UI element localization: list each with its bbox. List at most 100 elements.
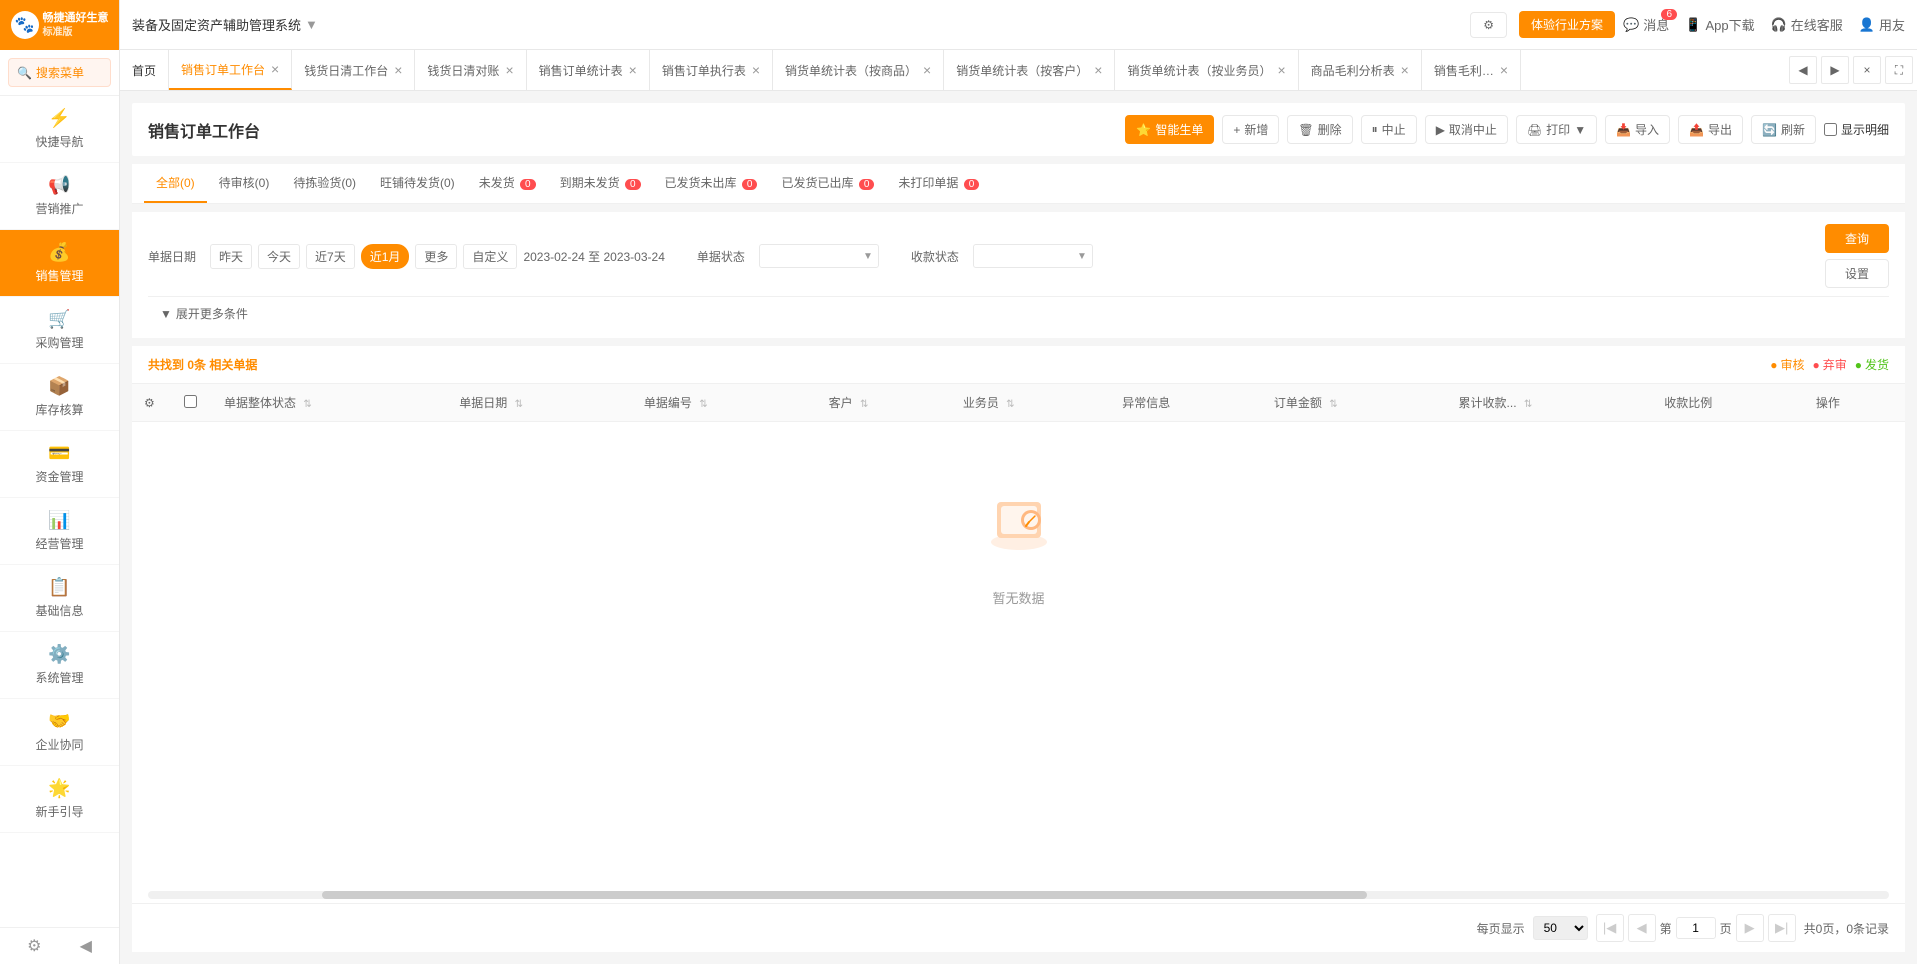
tab-sales-exec[interactable]: 销售订单执行表 × — [650, 50, 773, 90]
sidebar-item-marketing[interactable]: 📢 营销推广 — [0, 163, 119, 230]
tab-close-icon[interactable]: × — [1094, 62, 1102, 78]
next-page-btn[interactable]: ▶ — [1736, 914, 1764, 942]
select-all-checkbox[interactable] — [184, 395, 197, 408]
batch-audit-btn[interactable]: ● 审核 — [1770, 356, 1804, 373]
search-menu-btn[interactable]: 🔍 搜索菜单 — [8, 58, 111, 87]
filter-payment-select[interactable] — [973, 244, 1093, 268]
query-btn[interactable]: 查询 — [1825, 224, 1889, 253]
batch-void-btn[interactable]: ● 弃审 — [1812, 356, 1846, 373]
tab-close-icon[interactable]: × — [923, 62, 931, 78]
filter-1month-btn[interactable]: 近1月 — [361, 244, 410, 269]
sort-icon[interactable]: ⇅ — [515, 399, 523, 410]
smart-create-btn[interactable]: ⭐ 智能生单 — [1125, 115, 1214, 144]
add-btn[interactable]: + 新增 — [1222, 115, 1279, 144]
import-btn[interactable]: 📥 导入 — [1605, 115, 1670, 144]
tab-maximize-btn[interactable]: ⛶ — [1885, 56, 1913, 84]
tab-sales-stats[interactable]: 销售订单统计表 × — [527, 50, 650, 90]
sidebar-item-system[interactable]: ⚙️ 系统管理 — [0, 632, 119, 699]
sort-icon[interactable]: ⇅ — [1006, 399, 1014, 410]
tab-cash-daily[interactable]: 钱货日清工作台 × — [292, 50, 415, 90]
tab-close-all-btn[interactable]: × — [1853, 56, 1881, 84]
table-scroll-container[interactable]: ⚙ 单据整体状态 ⇅ 单据日期 ⇅ 单据编号 — [132, 384, 1905, 887]
export-btn[interactable]: 📤 导出 — [1678, 115, 1743, 144]
tab-cash-reconcile[interactable]: 钱货日清对账 × — [415, 50, 526, 90]
industry-solution-btn[interactable]: 体验行业方案 — [1519, 11, 1615, 38]
tab-close-icon[interactable]: × — [505, 62, 513, 78]
sidebar-item-sales[interactable]: 💰 销售管理 — [0, 230, 119, 297]
sub-tab-shipped-out[interactable]: 已发货已出库 0 — [769, 164, 886, 203]
sort-icon[interactable]: ⇅ — [860, 399, 868, 410]
horizontal-scrollbar[interactable] — [148, 891, 1889, 899]
system-dropdown-icon[interactable]: ▼ — [305, 17, 318, 32]
online-service-btn[interactable]: 🎧 在线客服 — [1771, 15, 1843, 34]
batch-ship-btn[interactable]: ● 发货 — [1855, 356, 1889, 373]
user-profile-btn[interactable]: 👤 用友 — [1859, 15, 1905, 34]
message-btn[interactable]: 💬 消息 6 — [1623, 15, 1669, 34]
show-detail-toggle[interactable]: 显示明细 — [1824, 121, 1889, 138]
filter-custom-btn[interactable]: 自定义 — [463, 244, 517, 269]
collapse-icon[interactable]: ◀ — [80, 936, 92, 956]
tab-scroll-right-btn[interactable]: ▶ — [1821, 56, 1849, 84]
tab-close-icon[interactable]: × — [271, 61, 279, 77]
col-checkbox[interactable] — [172, 384, 212, 422]
scrollbar-thumb[interactable] — [322, 891, 1367, 899]
sub-tab-not-printed[interactable]: 未打印单据 0 — [886, 164, 991, 203]
settings-btn[interactable]: ⚙ — [1470, 12, 1507, 38]
filter-today-btn[interactable]: 今天 — [258, 244, 300, 269]
tab-scroll-left-btn[interactable]: ◀ — [1789, 56, 1817, 84]
tab-sales-product[interactable]: 销货单统计表（按商品） × — [773, 50, 944, 90]
filter-yesterday-btn[interactable]: 昨天 — [210, 244, 252, 269]
tab-sales-margin[interactable]: 销售毛利… × — [1422, 50, 1521, 90]
prev-page-btn[interactable]: ◀ — [1628, 914, 1656, 942]
show-detail-checkbox[interactable] — [1824, 123, 1837, 136]
sidebar-item-quick-nav[interactable]: ⚡ 快捷导航 — [0, 96, 119, 163]
tab-close-icon[interactable]: × — [629, 62, 637, 78]
page-input[interactable] — [1676, 917, 1716, 939]
print-btn[interactable]: 🖨 打印 ▼ — [1516, 115, 1597, 144]
tab-sales-customer[interactable]: 销货单统计表（按客户） × — [944, 50, 1115, 90]
tab-home[interactable]: 首页 — [120, 50, 169, 90]
sort-icon[interactable]: ⇅ — [699, 399, 707, 410]
filter-7days-btn[interactable]: 近7天 — [306, 244, 355, 269]
sort-icon[interactable]: ⇅ — [303, 399, 311, 410]
filter-status-select[interactable] — [759, 244, 879, 268]
sub-tab-shipped-not-out[interactable]: 已发货未出库 0 — [653, 164, 770, 203]
sub-tab-pending-audit[interactable]: 待审核(0) — [207, 164, 282, 203]
sort-icon[interactable]: ⇅ — [1524, 399, 1532, 410]
sub-tab-overdue-ship[interactable]: 到期未发货 0 — [548, 164, 653, 203]
page-size-select[interactable]: 50 100 200 — [1533, 916, 1588, 940]
tab-sales-staff[interactable]: 销货单统计表（按业务员） × — [1115, 50, 1298, 90]
settings-icon[interactable]: ⚙ — [27, 936, 41, 956]
sidebar-item-guide[interactable]: 🌟 新手引导 — [0, 766, 119, 833]
tab-close-icon[interactable]: × — [1401, 62, 1409, 78]
tab-close-icon[interactable]: × — [752, 62, 760, 78]
settings-btn[interactable]: 设置 — [1825, 259, 1889, 288]
filter-more-btn[interactable]: 更多 — [415, 244, 457, 269]
cancel-suspend-btn[interactable]: ▶ 取消中止 — [1425, 115, 1508, 144]
sidebar-item-operations[interactable]: 📊 经营管理 — [0, 498, 119, 565]
first-page-btn[interactable]: |◀ — [1596, 914, 1624, 942]
tab-margin-analysis[interactable]: 商品毛利分析表 × — [1299, 50, 1422, 90]
sub-tab-wangpu-ship[interactable]: 旺铺待发货(0) — [368, 164, 467, 203]
expand-filter-btn[interactable]: ▼ 展开更多条件 — [148, 301, 1889, 326]
tab-sales-workbench[interactable]: 销售订单工作台 × — [169, 50, 292, 90]
sidebar-item-basic[interactable]: 📋 基础信息 — [0, 565, 119, 632]
sub-tab-not-shipped[interactable]: 未发货 0 — [467, 164, 548, 203]
app-download-btn[interactable]: 📱 App下载 — [1685, 15, 1754, 34]
sidebar-item-enterprise[interactable]: 🤝 企业协同 — [0, 699, 119, 766]
sort-icon[interactable]: ⇅ — [1329, 399, 1337, 410]
sidebar-item-finance[interactable]: 💳 资金管理 — [0, 431, 119, 498]
last-page-btn[interactable]: ▶| — [1768, 914, 1796, 942]
tab-close-icon[interactable]: × — [394, 62, 402, 78]
tab-close-icon[interactable]: × — [1500, 62, 1508, 78]
tab-close-icon[interactable]: × — [1277, 62, 1285, 78]
sub-tab-all[interactable]: 全部(0) — [144, 164, 207, 203]
col-settings[interactable]: ⚙ — [132, 384, 172, 422]
sidebar-item-purchase[interactable]: 🛒 采购管理 — [0, 297, 119, 364]
suspend-btn[interactable]: ⏸ 中止 — [1361, 115, 1417, 144]
sidebar-item-inventory[interactable]: 📦 库存核算 — [0, 364, 119, 431]
refresh-btn[interactable]: 🔄 刷新 — [1751, 115, 1816, 144]
delete-btn[interactable]: 🗑 删除 — [1287, 115, 1352, 144]
export-icon: 📤 — [1689, 123, 1704, 137]
sub-tab-pending-inspect[interactable]: 待拣验货(0) — [281, 164, 368, 203]
